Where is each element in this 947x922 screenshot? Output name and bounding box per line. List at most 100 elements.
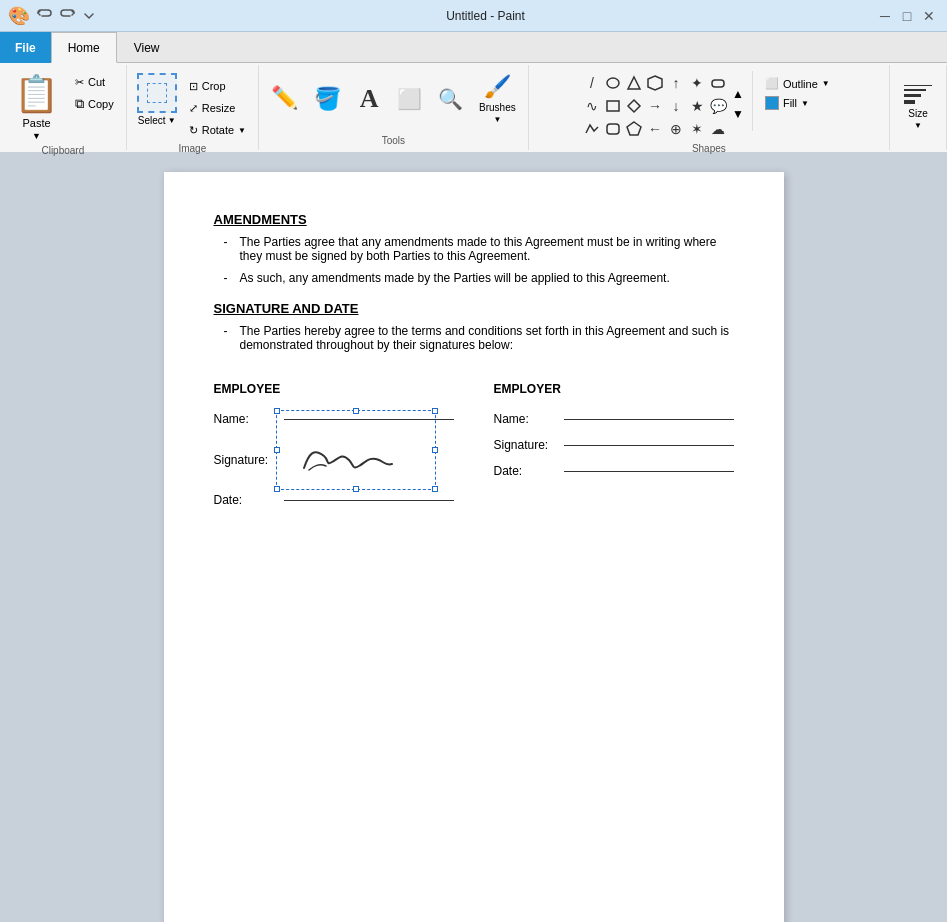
signature-section: EMPLOYEE Name: Signature: [214, 382, 734, 519]
star6-shape[interactable]: ✶ [687, 119, 707, 139]
fill-color-icon [765, 96, 779, 110]
signature-bullet: - The Parties hereby agree to the terms … [214, 324, 734, 352]
tab-file[interactable]: File [0, 32, 51, 63]
size-dropdown[interactable]: ▼ [914, 121, 922, 130]
svg-marker-5 [627, 122, 641, 135]
employer-signature-row: Signature: [494, 438, 734, 452]
dropdown-icon[interactable] [82, 9, 96, 23]
rounded-rect-shape[interactable] [603, 119, 623, 139]
eraser-button[interactable]: ⬜ [391, 71, 428, 127]
select-dropdown-icon[interactable]: ▼ [168, 116, 176, 125]
cut-button[interactable]: ✂ Cut [69, 71, 120, 93]
brushes-button[interactable]: 🖌️ Brushes ▼ [473, 71, 522, 127]
shapes-scroll-down[interactable]: ▼ [730, 105, 746, 123]
copy-button[interactable]: ⧉ Copy [69, 93, 120, 115]
callout-shape[interactable]: 💬 [708, 96, 728, 116]
freeform-shape[interactable] [582, 119, 602, 139]
employer-name-label: Name: [494, 412, 564, 426]
fill-button[interactable]: 🪣 [308, 71, 347, 127]
employer-heading: EMPLOYER [494, 382, 734, 396]
eraser-icon: ⬜ [397, 87, 422, 111]
star5-shape[interactable]: ★ [687, 96, 707, 116]
left-arrow-shape[interactable]: ← [645, 119, 665, 139]
size-button[interactable]: Size ▼ [896, 81, 940, 134]
svg-marker-3 [628, 77, 640, 89]
tools-group: ✏️ 🪣 A ⬜ 🔍 🖌️ Brushes ▼ [259, 65, 529, 150]
polygon-shape[interactable] [624, 73, 644, 93]
redo-icon[interactable] [58, 6, 78, 26]
employer-column: EMPLOYER Name: Signature: Date: [494, 382, 734, 519]
shapes-label: Shapes [535, 141, 883, 156]
tab-view[interactable]: View [117, 32, 177, 63]
up-arrow-shape[interactable]: ↑ [666, 73, 686, 93]
handle-mr[interactable] [432, 447, 438, 453]
paste-icon: 📋 [14, 73, 59, 115]
rotate-dropdown-icon[interactable]: ▼ [238, 126, 246, 135]
pencil-icon: ✏️ [271, 85, 298, 111]
canvas-page[interactable]: AMENDMENTS - The Parties agree that any … [164, 172, 784, 922]
ribbon-tabs: File Home View [0, 32, 947, 62]
resize-icon: ⤢ [189, 102, 198, 115]
right-arrow-shape[interactable]: → [645, 96, 665, 116]
diamond-shape[interactable] [624, 96, 644, 116]
paste-dropdown[interactable]: ▼ [32, 131, 41, 141]
size-group: Size ▼ [890, 65, 947, 150]
window-title: Untitled - Paint [100, 9, 871, 23]
svg-rect-7 [712, 80, 724, 87]
employer-name-row: Name: [494, 412, 734, 426]
size-label [896, 144, 940, 148]
cut-icon: ✂ [75, 76, 84, 89]
fill-color-button[interactable]: Fill ▼ [759, 94, 836, 112]
resize-button[interactable]: ⤢ Resize [183, 97, 252, 119]
line-shape[interactable]: / [582, 73, 602, 93]
employer-date-label: Date: [494, 464, 564, 478]
employee-sig-label: Signature: [214, 453, 284, 467]
rotate-button[interactable]: ↻ Rotate ▼ [183, 119, 252, 141]
clipboard-group: 📋 Paste ▼ ✂ Cut ⧉ Copy Clipboard [0, 65, 127, 150]
shapes-scroll-up[interactable]: ▲ [730, 85, 746, 103]
maximize-button[interactable]: □ [897, 6, 917, 26]
oval-shape[interactable] [603, 73, 623, 93]
close-button[interactable]: ✕ [919, 6, 939, 26]
rect-shape[interactable] [603, 96, 623, 116]
hexagon-shape[interactable] [645, 73, 665, 93]
employee-name-line [284, 419, 454, 420]
text-button[interactable]: A [351, 71, 387, 127]
employer-date-line [564, 471, 734, 472]
minimize-button[interactable]: ─ [875, 6, 895, 26]
crop-icon: ⊡ [189, 80, 198, 93]
svg-rect-2 [607, 124, 619, 134]
handle-br[interactable] [432, 486, 438, 492]
undo-icon[interactable] [34, 6, 54, 26]
color-picker-button[interactable]: 🔍 [432, 71, 469, 127]
crop-button[interactable]: ⊡ Crop [183, 75, 252, 97]
rounded-shape[interactable] [708, 73, 728, 93]
employer-sig-line [564, 445, 734, 446]
cloud-shape[interactable]: ☁ [708, 119, 728, 139]
title-bar: 🎨 Untitled - Paint ─ □ ✕ [0, 0, 947, 32]
canvas-wrapper: AMENDMENTS - The Parties agree that any … [0, 152, 947, 922]
brushes-dropdown-icon[interactable]: ▼ [493, 115, 501, 124]
ribbon-content: 📋 Paste ▼ ✂ Cut ⧉ Copy Clipboard [0, 62, 947, 152]
image-label: Image [133, 141, 252, 156]
rotate-icon: ↻ [189, 124, 198, 137]
size-lines-icon [904, 85, 932, 104]
tab-home[interactable]: Home [51, 32, 117, 63]
outline-dropdown[interactable]: ▼ [822, 79, 830, 88]
four-arrow-shape[interactable]: ⊕ [666, 119, 686, 139]
fill-dropdown[interactable]: ▼ [801, 99, 809, 108]
handle-bc[interactable] [353, 486, 359, 492]
paste-button[interactable]: 📋 Paste ▼ [6, 71, 67, 143]
svg-rect-1 [607, 101, 619, 111]
handle-bl[interactable] [274, 486, 280, 492]
pentagon-shape[interactable] [624, 119, 644, 139]
down-arrow-shape[interactable]: ↓ [666, 96, 686, 116]
select-button[interactable]: Select ▼ [133, 71, 181, 128]
star4-shape[interactable]: ✦ [687, 73, 707, 93]
pencil-button[interactable]: ✏️ [265, 71, 304, 127]
curve-shape[interactable]: ∿ [582, 96, 602, 116]
signature-image [284, 438, 404, 478]
outline-button[interactable]: ⬜ Outline ▼ [759, 75, 836, 92]
tools-label: Tools [265, 133, 522, 148]
employee-name-label: Name: [214, 412, 284, 426]
